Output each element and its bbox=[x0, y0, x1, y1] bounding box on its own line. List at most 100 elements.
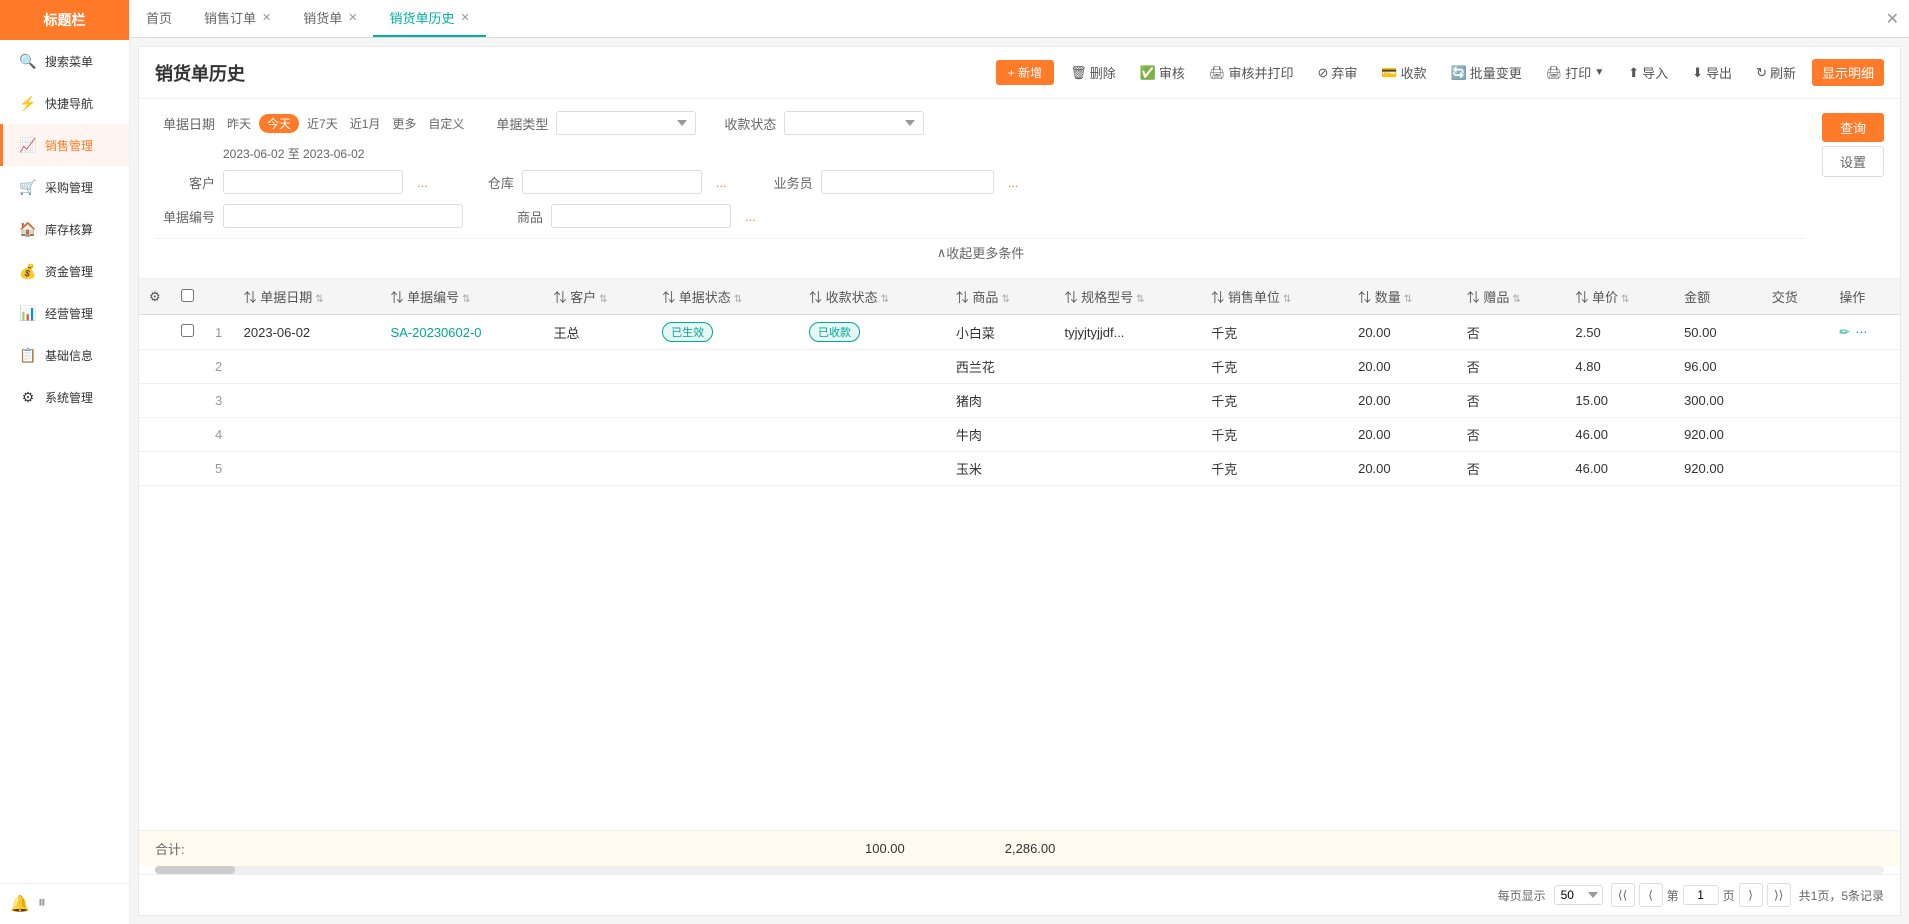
collect-button[interactable]: 💳 收款 bbox=[1373, 59, 1434, 86]
row-check[interactable] bbox=[181, 324, 194, 337]
goods-input[interactable] bbox=[551, 204, 731, 228]
refresh-button[interactable]: ↻ 刷新 bbox=[1748, 59, 1804, 86]
col-doc-status[interactable]: ⇅ 单据状态 bbox=[652, 279, 799, 315]
collapse-button[interactable]: ∧ 收起更多条件 bbox=[155, 238, 1806, 266]
new-button[interactable]: + 新增 bbox=[996, 60, 1054, 85]
next-page-btn[interactable]: ⟩ bbox=[1739, 883, 1763, 907]
row-settings bbox=[139, 384, 171, 418]
page-input[interactable] bbox=[1683, 885, 1719, 905]
filter-area: 单据日期 昨天 今天 近7天 近1月 更多 自定义 bbox=[139, 99, 1900, 279]
col-settings[interactable]: ⚙ bbox=[139, 279, 171, 315]
col-collect-status[interactable]: ⇅ 收款状态 bbox=[799, 279, 946, 315]
row-checkbox[interactable] bbox=[171, 384, 204, 418]
doc-type-select[interactable] bbox=[556, 111, 696, 135]
row-amount: 920.00 bbox=[1674, 418, 1762, 452]
tab-bar: 首页 销售订单 ✕ 销货单 ✕ 销货单历史 ✕ ✕ bbox=[130, 0, 1909, 38]
table-row: 5 玉米 千克 20.00 否 46.00 920.00 bbox=[139, 452, 1900, 486]
sidebar-item-finance[interactable]: 💰 资金管理 bbox=[0, 250, 129, 292]
footer-quantity: 100.00 bbox=[865, 841, 905, 856]
tab-close-sales-goods[interactable]: ✕ bbox=[348, 11, 357, 24]
col-doc-no[interactable]: ⇅ 单据编号 bbox=[380, 279, 543, 315]
audit-print-button[interactable]: 🖨 审核并打印 bbox=[1201, 59, 1302, 86]
date-today[interactable]: 今天 bbox=[259, 114, 299, 133]
page-size-select[interactable]: 50 100 200 bbox=[1554, 885, 1603, 905]
doc-no-link[interactable]: SA-20230602-0 bbox=[390, 325, 481, 340]
settings-button[interactable]: 设置 bbox=[1822, 146, 1884, 177]
row-quantity: 20.00 bbox=[1348, 350, 1457, 384]
print-button[interactable]: 🖨 打印 ▼ bbox=[1538, 59, 1612, 86]
tab-close-sales-order[interactable]: ✕ bbox=[262, 11, 271, 24]
prev-page-btn[interactable]: ⟨ bbox=[1639, 883, 1663, 907]
customer-input[interactable] bbox=[223, 170, 403, 194]
date-more[interactable]: 更多 bbox=[388, 115, 420, 132]
salesman-ellipsis[interactable]: ... bbox=[1002, 173, 1025, 192]
tab-sales-goods[interactable]: 销货单 ✕ bbox=[287, 0, 373, 37]
sidebar-item-sales[interactable]: 📈 销售管理 bbox=[0, 124, 129, 166]
select-all-checkbox[interactable] bbox=[181, 289, 194, 302]
sidebar-item-basic-info[interactable]: 📋 基础信息 bbox=[0, 334, 129, 376]
show-detail-button[interactable]: 显示明细 bbox=[1812, 59, 1884, 86]
audit-button[interactable]: ✅ 审核 bbox=[1132, 59, 1193, 86]
tab-sales-history[interactable]: 销货单历史 ✕ bbox=[373, 0, 485, 37]
col-doc-date[interactable]: ⇅ 单据日期 bbox=[234, 279, 381, 315]
first-page-btn[interactable]: ⟨⟨ bbox=[1611, 883, 1635, 907]
sidebar-item-system[interactable]: ⚙ 系统管理 bbox=[0, 376, 129, 418]
col-sales-unit[interactable]: ⇅ 销售单位 bbox=[1201, 279, 1348, 315]
per-page-label: 每页显示 bbox=[1498, 887, 1546, 904]
sidebar-bottom-icon1[interactable]: 🔔 bbox=[10, 894, 30, 914]
sidebar-item-quick-nav[interactable]: ⚡ 快捷导航 bbox=[0, 82, 129, 124]
footer-amount: 2,286.00 bbox=[1005, 841, 1056, 856]
customer-ellipsis[interactable]: ... bbox=[411, 173, 434, 192]
row-doc-date bbox=[234, 418, 381, 452]
row-checkbox[interactable] bbox=[171, 452, 204, 486]
tab-home[interactable]: 首页 bbox=[130, 0, 188, 37]
doc-no-input[interactable] bbox=[223, 204, 463, 228]
sidebar-item-inventory[interactable]: 🏠 库存核算 bbox=[0, 208, 129, 250]
col-goods[interactable]: ⇅ 商品 bbox=[946, 279, 1055, 315]
col-quantity[interactable]: ⇅ 数量 bbox=[1348, 279, 1457, 315]
page-title: 销货单历史 bbox=[155, 60, 245, 86]
sidebar-bottom-icon2[interactable]: ⏸ bbox=[38, 894, 46, 914]
page-inner: 销货单历史 + 新增 🗑 删除 ✅ 审核 🖨 审核并打印 bbox=[138, 46, 1901, 916]
more-btn[interactable]: ⋯ bbox=[1855, 325, 1867, 339]
col-gift[interactable]: ⇅ 赠品 bbox=[1457, 279, 1566, 315]
col-spec[interactable]: ⇅ 规格型号 bbox=[1054, 279, 1201, 315]
sidebar-item-ops[interactable]: 📊 经营管理 bbox=[0, 292, 129, 334]
goods-ellipsis[interactable]: ... bbox=[739, 207, 762, 226]
sidebar-item-search-menu[interactable]: 🔍 搜索菜单 bbox=[0, 40, 129, 82]
row-checkbox[interactable] bbox=[171, 315, 204, 350]
sidebar-item-purchase[interactable]: 🛒 采购管理 bbox=[0, 166, 129, 208]
sidebar-item-label: 搜索菜单 bbox=[45, 53, 93, 70]
inventory-icon: 🏠 bbox=[19, 220, 37, 238]
sidebar-bottom: 🔔 ⏸ bbox=[0, 883, 129, 924]
date-custom[interactable]: 自定义 bbox=[424, 115, 468, 132]
query-button[interactable]: 查询 bbox=[1822, 113, 1884, 142]
delete-button[interactable]: 🗑 删除 bbox=[1062, 59, 1124, 86]
col-customer[interactable]: ⇅ 客户 bbox=[544, 279, 653, 315]
scrollbar-thumb[interactable] bbox=[155, 866, 235, 874]
import-button[interactable]: ⬆ 导入 bbox=[1620, 59, 1676, 86]
table-row: 4 牛肉 千克 20.00 否 46.00 920.00 bbox=[139, 418, 1900, 452]
salesman-input[interactable] bbox=[821, 170, 994, 194]
tab-sales-order[interactable]: 销售订单 ✕ bbox=[188, 0, 287, 37]
collect-status-select[interactable] bbox=[784, 111, 924, 135]
batch-change-button[interactable]: 🔄 批量变更 bbox=[1443, 59, 1530, 86]
row-checkbox[interactable] bbox=[171, 418, 204, 452]
edit-btn[interactable]: ✏ bbox=[1839, 325, 1849, 339]
date-yesterday[interactable]: 昨天 bbox=[223, 115, 255, 132]
export-button[interactable]: ⬇ 导出 bbox=[1684, 59, 1740, 86]
purchase-icon: 🛒 bbox=[19, 178, 37, 196]
abandon-button[interactable]: ⊘ 弃审 bbox=[1309, 59, 1365, 86]
warehouse-input[interactable] bbox=[522, 170, 702, 194]
row-actions bbox=[1829, 452, 1900, 486]
tab-close-all[interactable]: ✕ bbox=[1886, 9, 1909, 29]
row-quantity: 20.00 bbox=[1348, 452, 1457, 486]
row-checkbox[interactable] bbox=[171, 350, 204, 384]
date-1month[interactable]: 近1月 bbox=[346, 115, 385, 132]
last-page-btn[interactable]: ⟩⟩ bbox=[1767, 883, 1791, 907]
warehouse-ellipsis[interactable]: ... bbox=[710, 173, 733, 192]
col-unit-price[interactable]: ⇅ 单价 bbox=[1565, 279, 1674, 315]
horizontal-scrollbar[interactable] bbox=[155, 866, 1884, 874]
date-7days[interactable]: 近7天 bbox=[303, 115, 342, 132]
tab-close-sales-history[interactable]: ✕ bbox=[461, 11, 470, 24]
